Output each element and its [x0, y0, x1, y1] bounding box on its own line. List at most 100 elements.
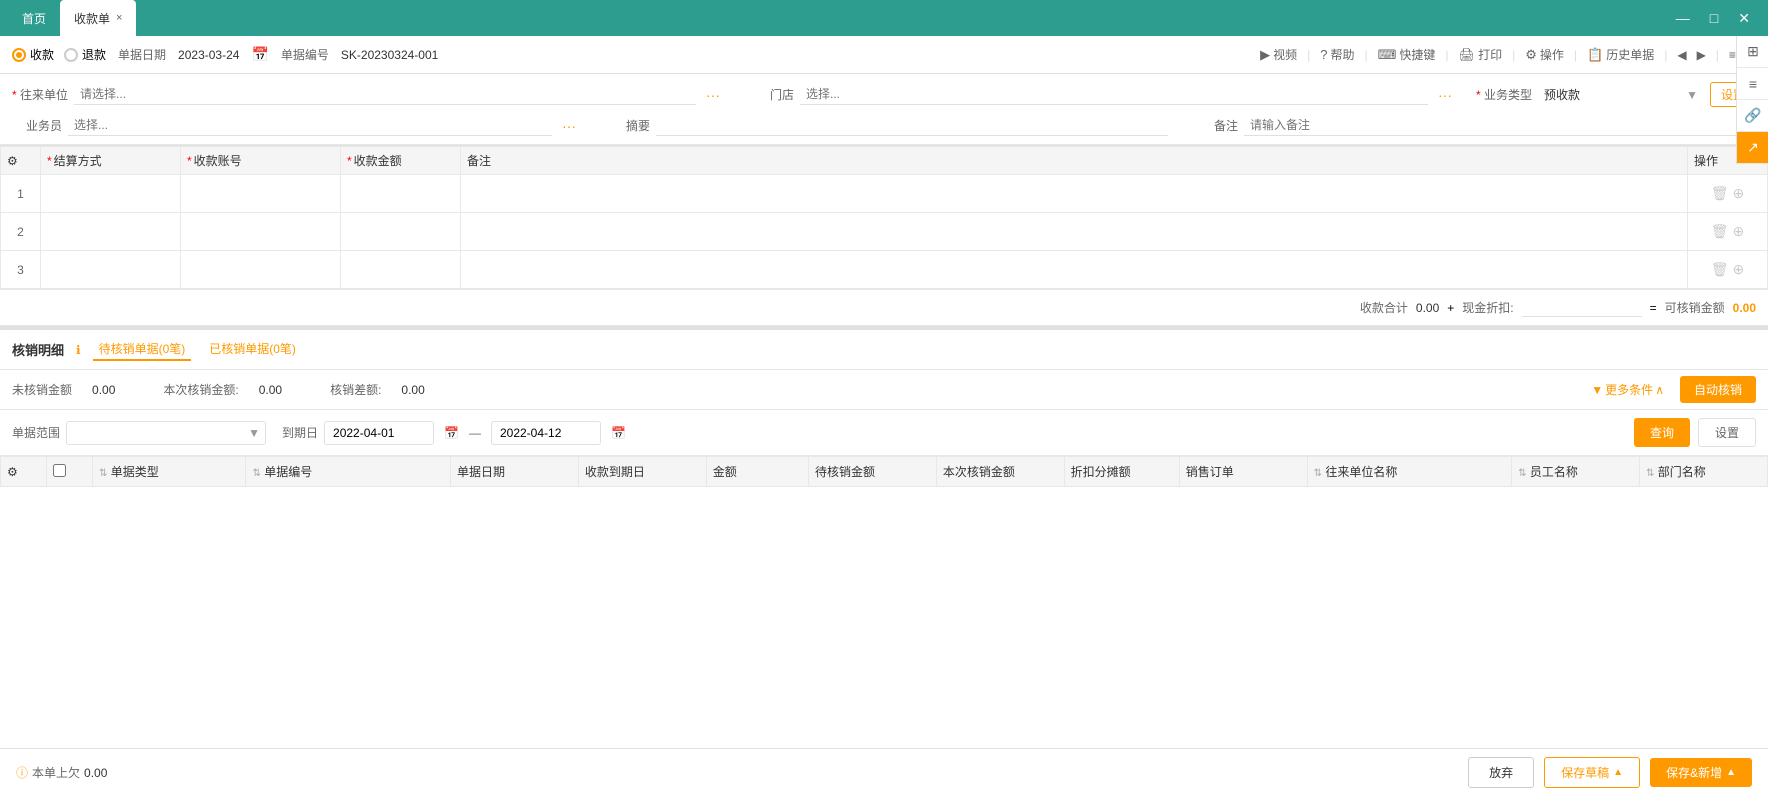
- staff-label: 业务员: [12, 117, 62, 134]
- action-cell-2: 🗑 ⊕: [1688, 213, 1768, 251]
- table-row: 3 🗑 ⊕: [1, 251, 1768, 289]
- biz-type-label: 业务类型: [1476, 86, 1532, 103]
- list-view-action[interactable]: ≡: [1729, 48, 1736, 62]
- operation-icon: ⚙: [1525, 47, 1537, 63]
- remark-cell-3[interactable]: [461, 251, 1688, 289]
- shop-more-icon[interactable]: ···: [1434, 87, 1456, 103]
- shortcut-action[interactable]: ⌨ 快捷键: [1378, 46, 1436, 63]
- account-cell-1[interactable]: [181, 175, 341, 213]
- verify-value: 0.00: [1733, 301, 1756, 315]
- right-panel-table-icon[interactable]: ⊞: [1737, 36, 1768, 68]
- date-separator: —: [469, 426, 481, 440]
- col-account-header: 收款账号: [181, 147, 341, 175]
- col-amount: 金额: [706, 457, 808, 487]
- radio-return[interactable]: 退款: [64, 46, 106, 63]
- operation-action[interactable]: ⚙ 操作: [1525, 46, 1564, 63]
- query-button[interactable]: 查询: [1634, 418, 1690, 447]
- amount-cell-2[interactable]: [341, 213, 461, 251]
- print-action[interactable]: 🖨 打印: [1459, 46, 1503, 63]
- discard-button[interactable]: 放弃: [1468, 757, 1534, 788]
- right-panel-list-icon[interactable]: ≡: [1737, 68, 1768, 100]
- minimize-button[interactable]: —: [1670, 8, 1696, 28]
- select-all-checkbox[interactable]: [53, 464, 66, 477]
- verify-info-icon: ℹ: [76, 343, 81, 357]
- copy-icon-1[interactable]: ⊕: [1733, 185, 1745, 202]
- date-to-icon[interactable]: 📅: [611, 426, 626, 440]
- settle-cell-1[interactable]: [41, 175, 181, 213]
- partner-more-icon[interactable]: ···: [702, 87, 724, 103]
- auto-verify-button[interactable]: 自动核销: [1680, 376, 1756, 403]
- settle-cell-2[interactable]: [41, 213, 181, 251]
- due-label: 到期日: [282, 424, 318, 441]
- date-from-icon[interactable]: 📅: [444, 426, 459, 440]
- tab-bar: 首页 收款单 × — □ ✕: [0, 0, 1768, 36]
- remark-cell-1[interactable]: [461, 175, 1688, 213]
- summary-label: 摘要: [600, 117, 650, 134]
- row-num-2: 2: [1, 213, 41, 251]
- main-container: 收款 退款 单据日期 2023-03-24 📅 单据编号 SK-20230324…: [0, 36, 1768, 796]
- col-settings-header[interactable]: ⚙: [1, 147, 41, 175]
- radio-receive[interactable]: 收款: [12, 46, 54, 63]
- settings-icon[interactable]: ⚙: [7, 465, 18, 479]
- save-draft-button[interactable]: 保存草稿 ▲: [1544, 757, 1640, 788]
- delete-icon-3[interactable]: 🗑: [1711, 261, 1729, 278]
- tab-home[interactable]: 首页: [8, 0, 60, 36]
- biz-type-value: 预收款: [1538, 83, 1586, 106]
- right-panel-link-icon[interactable]: 🔗: [1737, 100, 1768, 132]
- maximize-button[interactable]: □: [1704, 8, 1724, 28]
- more-conditions-button[interactable]: ▼ 更多条件 ∧: [1591, 381, 1664, 398]
- tab-receipt[interactable]: 收款单 ×: [60, 0, 136, 36]
- settle-cell-3[interactable]: [41, 251, 181, 289]
- form-row-1: 往来单位 ··· 门店 ··· 业务类型 预收款 ▼ 设置: [12, 82, 1756, 107]
- save-new-button[interactable]: 保存&新增 ▲: [1650, 758, 1752, 787]
- top-toolbar: 收款 退款 单据日期 2023-03-24 📅 单据编号 SK-20230324…: [0, 36, 1768, 74]
- delete-icon-2[interactable]: 🗑: [1711, 223, 1729, 240]
- date-from-input[interactable]: [324, 421, 434, 445]
- video-action[interactable]: ▶ 视频: [1260, 46, 1297, 63]
- remark-cell-2[interactable]: [461, 213, 1688, 251]
- shop-input[interactable]: [800, 84, 1428, 105]
- doc-label: 单据编号: [281, 46, 329, 63]
- table-row: 1 🗑 ⊕: [1, 175, 1768, 213]
- calendar-icon[interactable]: 📅: [251, 46, 268, 63]
- footer-info: ⓘ 本单上欠 0.00: [16, 764, 107, 781]
- staff-more-icon[interactable]: ···: [558, 118, 580, 134]
- history-label: 历史单据: [1606, 46, 1654, 63]
- date-to-input[interactable]: [491, 421, 601, 445]
- summary-input[interactable]: [656, 115, 1168, 136]
- footer-actions: 放弃 保存草稿 ▲ 保存&新增 ▲: [1468, 757, 1752, 788]
- partner-input[interactable]: [74, 84, 696, 105]
- close-button[interactable]: ✕: [1732, 8, 1756, 29]
- amount-cell-3[interactable]: [341, 251, 461, 289]
- discount-input[interactable]: [1522, 298, 1642, 317]
- delete-icon-1[interactable]: 🗑: [1711, 185, 1729, 202]
- help-action[interactable]: ? 帮助: [1320, 46, 1354, 63]
- copy-icon-2[interactable]: ⊕: [1733, 223, 1745, 240]
- history-icon: 📋: [1587, 47, 1603, 63]
- next-action[interactable]: ▶: [1697, 48, 1706, 62]
- prev-action[interactable]: ◀: [1677, 48, 1686, 62]
- total-value: 0.00: [1416, 301, 1439, 315]
- tab-close-icon[interactable]: ×: [116, 12, 122, 24]
- account-cell-2[interactable]: [181, 213, 341, 251]
- col-checkbox-check[interactable]: [47, 457, 93, 487]
- staff-input[interactable]: [68, 115, 552, 136]
- tab-receipt-label: 收款单: [74, 10, 110, 27]
- copy-icon-3[interactable]: ⊕: [1733, 261, 1745, 278]
- stats-group: 未核销金额 0.00 本次核销金额: 0.00 核销差额: 0.00: [12, 381, 425, 398]
- col-settle-header: 结算方式: [41, 147, 181, 175]
- history-action[interactable]: 📋 历史单据: [1587, 46, 1654, 63]
- verify-tab-pending[interactable]: 待核销单据(0笔): [93, 338, 192, 361]
- range-select[interactable]: [66, 421, 266, 445]
- col-pending: 待核销金额: [808, 457, 936, 487]
- right-panel-cursor-icon[interactable]: ↗: [1737, 132, 1768, 164]
- shortcut-label: 快捷键: [1399, 46, 1435, 63]
- range-field: 单据范围 ▼: [12, 421, 266, 445]
- amount-cell-1[interactable]: [341, 175, 461, 213]
- date-value[interactable]: 2023-03-24: [178, 48, 239, 62]
- filter-settings-button[interactable]: 设置: [1698, 418, 1756, 447]
- verify-tab-done[interactable]: 已核销单据(0笔): [203, 338, 302, 361]
- remark-input[interactable]: [1244, 115, 1756, 136]
- equals-sign: =: [1650, 301, 1657, 315]
- account-cell-3[interactable]: [181, 251, 341, 289]
